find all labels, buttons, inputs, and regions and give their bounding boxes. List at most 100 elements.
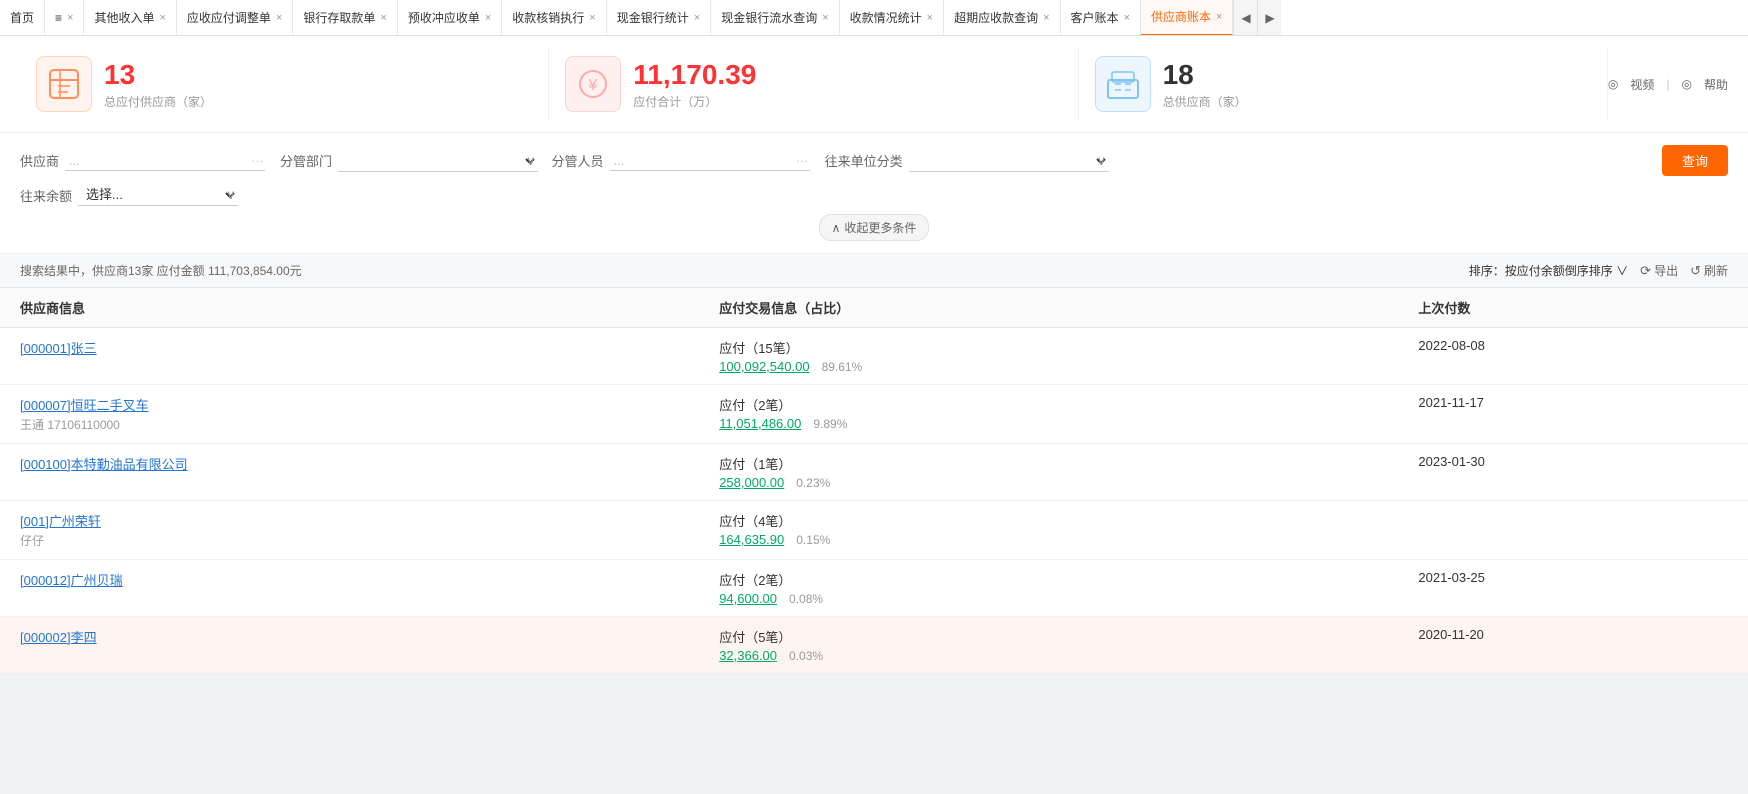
stat-payable-amount: ¥ 11,170.39 应付合计（万） (549, 48, 1078, 120)
supplier-link[interactable]: [000100]本特勤油品有限公司 (20, 457, 188, 472)
nav-tab-cash-bank-flow[interactable]: 现金银行流水查询 × (711, 0, 839, 36)
table-row: [000100]本特勤油品有限公司 应付（1笔） 258,000.00 0.23% 20… (0, 444, 1748, 501)
close-icon[interactable]: × (276, 12, 282, 24)
circle-icon-help: ◎ (1682, 77, 1692, 91)
supplier-cell: [001]广州荣轩仔仔 (0, 501, 699, 560)
close-icon[interactable]: × (822, 12, 828, 24)
close-icon[interactable]: × (159, 12, 165, 24)
supplier-cell: [000001]张三 (0, 328, 699, 385)
payable-cell: 应付（5笔） 32,366.00 0.03% (699, 617, 1398, 674)
nav-tab-ap-adjustment[interactable]: 应收应付调整单 × (177, 0, 293, 36)
payable-cell: 应付（15笔）100,092,540.0089.61% (699, 328, 1398, 385)
refresh-button[interactable]: ↺ 刷新 (1690, 262, 1728, 279)
sort-chevron-icon[interactable]: ∨ (1616, 264, 1628, 278)
supplier-link[interactable]: [000012]广州贝瑞 (20, 573, 123, 588)
nav-tab-other-income[interactable]: 其他收入单 × (84, 0, 176, 36)
close-icon[interactable]: × (1043, 12, 1049, 24)
last-pay-cell: 2021-03-25 (1398, 560, 1748, 617)
close-icon[interactable]: × (927, 12, 933, 24)
payable-count: 应付（1笔） (719, 454, 1378, 473)
supplier-link[interactable]: [000007]恒旺二手叉车 (20, 398, 149, 413)
filter-unit-category: 往来单位分类 ∨ (825, 150, 1107, 172)
search-button[interactable]: 查询 (1662, 145, 1728, 176)
payable-cell: 应付（2笔）94,600.000.08% (699, 560, 1398, 617)
supplier-sub-info: 仔仔 (20, 532, 679, 549)
supplier-cell: [000007]恒旺二手叉车王通 17106110000 (0, 385, 699, 444)
nav-tab-cash-bank-stat[interactable]: 现金银行统计 × (607, 0, 711, 36)
nav-tab-advance-collection[interactable]: 预收冲应收单 × (398, 0, 502, 36)
supplier-link[interactable]: [000001]张三 (20, 341, 97, 356)
nav-tab-menu[interactable]: ≡ × (45, 0, 84, 36)
dept-select[interactable] (338, 150, 538, 172)
filter-supplier: 供应商 ··· (20, 151, 264, 171)
payable-count: 应付（2笔） (719, 395, 1378, 414)
total-suppliers-label: 总供应商（家） (1163, 93, 1247, 110)
nav-tab-collection-stat[interactable]: 收款情况统计 × (840, 0, 944, 36)
filter-row-1: 供应商 ··· 分管部门 ∨ 分管人员 ··· 往来单位分类 ∨ 查询 (20, 145, 1728, 176)
payable-amount-link[interactable]: 100,092,540.00 (719, 359, 809, 374)
last-pay-cell: 2023-01-30 (1398, 444, 1748, 501)
payable-percent: 0.03% (789, 649, 823, 663)
close-icon[interactable]: × (380, 12, 386, 24)
supplier-link[interactable]: [000002]李四 (20, 630, 97, 645)
last-pay-date: 2020-11-20 (1418, 627, 1484, 642)
close-icon[interactable]: × (589, 12, 595, 24)
person-input[interactable] (610, 151, 810, 171)
payable-count: 应付（5笔） (719, 627, 1378, 646)
payable-percent: 9.89% (813, 417, 847, 431)
table-row: [000007]恒旺二手叉车王通 17106110000 应付（2笔） 11,051… (0, 385, 1748, 444)
stat-total-suppliers: 18 总供应商（家） (1079, 48, 1608, 120)
nav-arrow-right[interactable]: ▶ (1257, 0, 1281, 36)
total-suppliers-number: 18 (1163, 58, 1247, 92)
nav-tab-overdue[interactable]: 超期应收款查询 × (944, 0, 1060, 36)
payable-percent: 89.61% (822, 360, 863, 374)
supplier-link[interactable]: [001]广州荣轩 (20, 514, 101, 529)
payable-amount-link[interactable]: 94,600.00 (719, 591, 777, 606)
filter-balance: 往来余额 选择... ∨ (20, 184, 236, 206)
filter-dept: 分管部门 ∨ (280, 150, 536, 172)
refresh-icon: ↺ (1690, 263, 1701, 279)
nav-tab-customer-account[interactable]: 客户账本 × (1061, 0, 1141, 36)
payable-amount-link[interactable]: 258,000.00 (719, 475, 784, 490)
stat-payable-suppliers: 13 总应付供应商（家） (20, 48, 549, 120)
close-icon[interactable]: × (485, 12, 491, 24)
supplier-input[interactable] (65, 151, 265, 171)
stats-bar: 13 总应付供应商（家） ¥ 11,170.39 应付合计（万） (0, 36, 1748, 133)
close-icon[interactable]: × (1124, 12, 1130, 24)
payable-amount-icon: ¥ (565, 56, 621, 112)
nav-tab-supplier-account[interactable]: 供应商账本 × (1141, 0, 1233, 36)
result-summary: 搜索结果中，供应商13家 应付金额 111,703,854.00元 (20, 262, 302, 279)
nav-tab-home[interactable]: 首页 (0, 0, 45, 36)
collapse-button[interactable]: ∧ 收起更多条件 (819, 214, 930, 241)
nav-tab-bank-deposit[interactable]: 银行存取款单 × (293, 0, 397, 36)
payable-amount-link[interactable]: 164,635.90 (719, 532, 784, 547)
nav-tab-collection-audit[interactable]: 收款核销执行 × (502, 0, 606, 36)
sort-label: 排序：按应付余额倒序排序 ∨ (1469, 262, 1628, 279)
filter-bar: 供应商 ··· 分管部门 ∨ 分管人员 ··· 往来单位分类 ∨ 查询 (0, 133, 1748, 254)
close-icon[interactable]: × (1216, 11, 1222, 23)
last-pay-date: 2023-01-30 (1418, 454, 1485, 469)
last-pay-cell: 2020-11-20 (1398, 617, 1748, 674)
help-link[interactable]: 帮助 (1704, 76, 1728, 93)
payable-percent: 0.15% (796, 533, 830, 547)
close-icon[interactable]: × (67, 12, 73, 24)
payable-amount-link[interactable]: 11,051,486.00 (719, 416, 801, 431)
payable-percent: 0.23% (796, 476, 830, 490)
nav-arrow-left[interactable]: ◀ (1233, 0, 1257, 36)
video-link[interactable]: 视频 (1630, 76, 1654, 93)
person-label: 分管人员 (552, 151, 604, 170)
balance-select[interactable]: 选择... (78, 184, 238, 206)
table-header-row: 供应商信息 应付交易信息（占比） 上次付数 (0, 288, 1748, 328)
stats-tools: ◎ 视频 | ◎ 帮助 (1608, 76, 1728, 93)
result-bar: 搜索结果中，供应商13家 应付金额 111,703,854.00元 排序：按应付… (0, 254, 1748, 288)
close-icon[interactable]: × (694, 12, 700, 24)
payable-amount-link[interactable]: 32,366.00 (719, 648, 777, 663)
export-button[interactable]: ⟳ 导出 (1640, 262, 1678, 279)
top-navigation: 首页 ≡ × 其他收入单 × 应收应付调整单 × 银行存取款单 × 预收冲应收单… (0, 0, 1748, 36)
supplier-cell: [000100]本特勤油品有限公司 (0, 444, 699, 501)
supplier-label: 供应商 (20, 151, 59, 170)
unit-category-select[interactable] (909, 150, 1109, 172)
payable-suppliers-icon (36, 56, 92, 112)
balance-label: 往来余额 (20, 186, 72, 205)
export-icon: ⟳ (1640, 263, 1651, 279)
